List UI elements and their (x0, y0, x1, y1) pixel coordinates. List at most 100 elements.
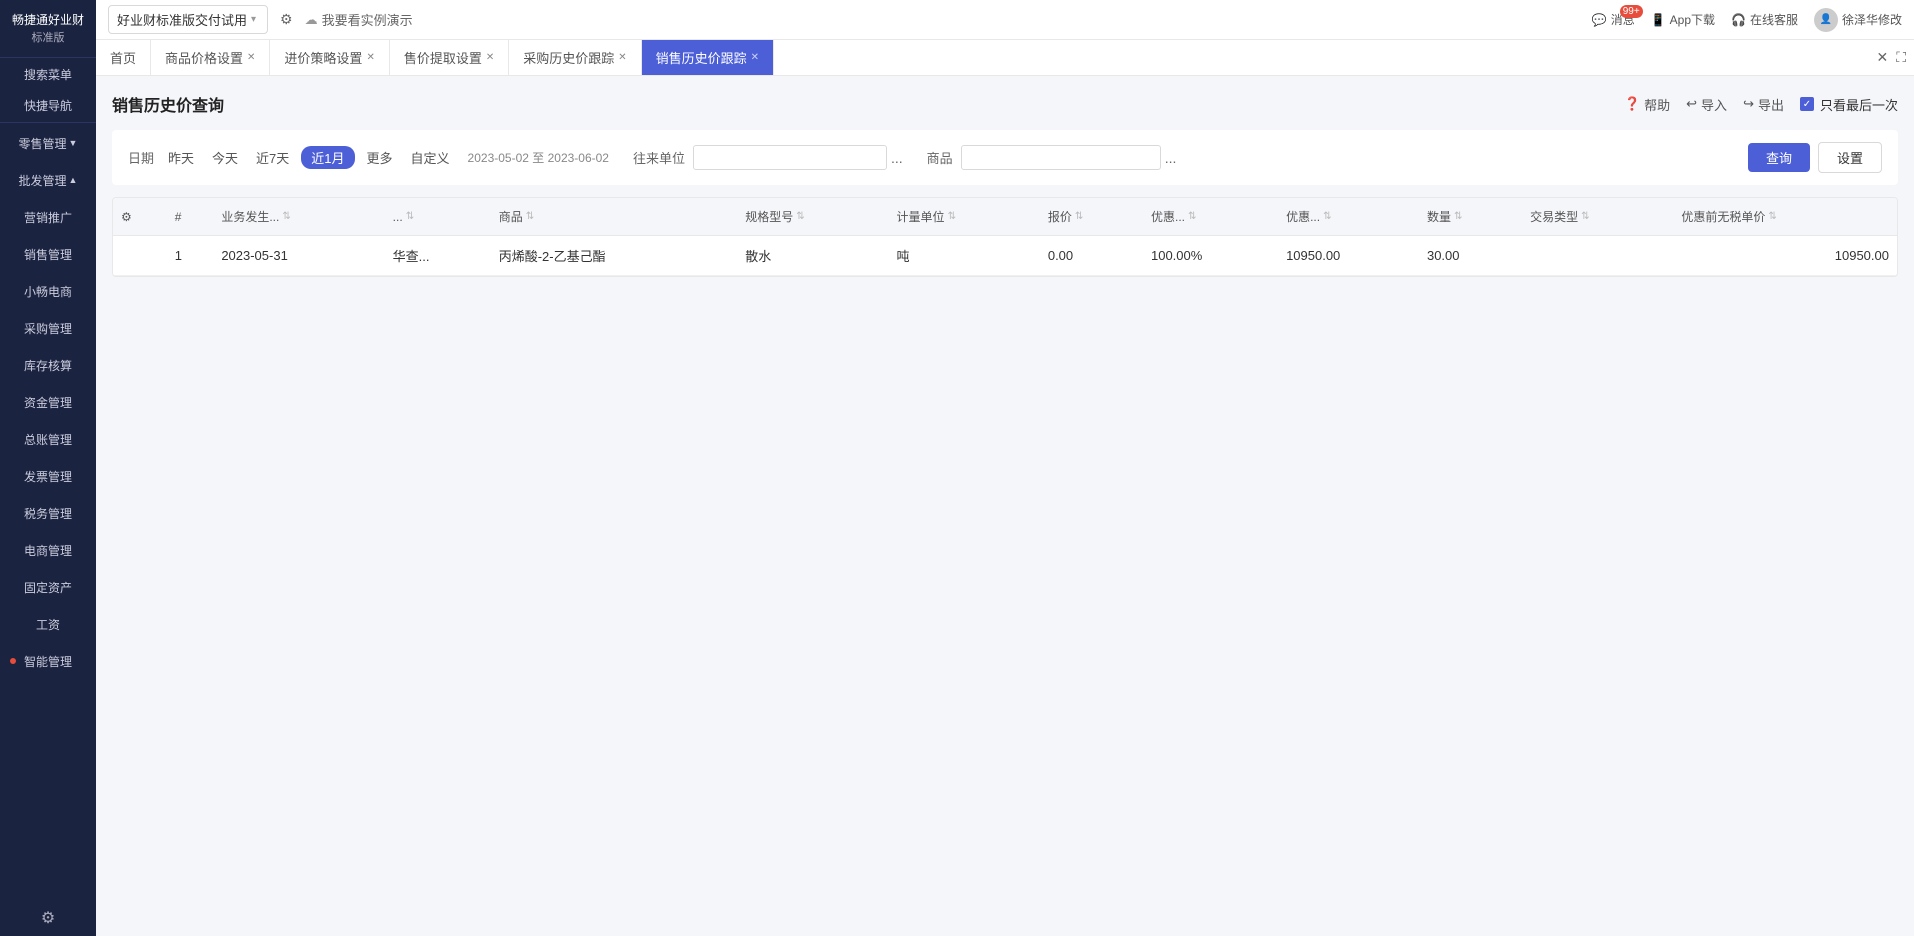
sidebar-item-tax[interactable]: 税务管理 (0, 495, 96, 532)
supplier-filter-group: 往来单位 ... (633, 145, 903, 170)
data-table-container: ⚙ # 业务发生... ⇅ ... ⇅ (112, 197, 1898, 277)
sidebar-item-sales[interactable]: 销售管理 (0, 236, 96, 273)
tab-close-icon[interactable]: ✕ (1876, 49, 1888, 66)
cell-trans-type (1522, 236, 1673, 276)
th-extra[interactable]: ... ⇅ (385, 198, 491, 236)
sidebar-quick-nav[interactable]: 快捷导航 (0, 91, 96, 120)
logo-text: 畅捷通好业财 (8, 12, 88, 29)
filter-row: 日期 昨天 今天 近7天 近1月 更多 自定义 2023-05-02 至 202… (128, 142, 1882, 173)
user-menu[interactable]: 👤 徐泽华修改 (1814, 8, 1902, 32)
only-last-label: 只看最后一次 (1820, 95, 1898, 114)
sidebar-item-retail[interactable]: 零售管理 ▼ (0, 125, 96, 162)
sidebar-item-smart[interactable]: 智能管理 (0, 643, 96, 680)
smart-dot-indicator (10, 658, 16, 664)
th-extra-label: ... (393, 210, 403, 224)
cell-product: 丙烯酸-2-乙基己酯 (491, 236, 738, 276)
table-row: 1 2023-05-31 华查... 丙烯酸-2-乙基己酯 散水 吨 0.00 … (113, 236, 1897, 276)
sidebar-item-finance[interactable]: 资金管理 (0, 384, 96, 421)
sidebar-item-invoice[interactable]: 发票管理 (0, 458, 96, 495)
export-button[interactable]: ↪ 导出 (1743, 95, 1784, 114)
sort-icon: ⇅ (796, 211, 804, 222)
supplier-dots[interactable]: ... (891, 150, 903, 166)
tab-strategy[interactable]: 进价策略设置 ✕ (270, 40, 389, 76)
th-discount-pct[interactable]: 优惠... ⇅ (1143, 198, 1278, 236)
tab-expand-icon[interactable]: ⛶ (1896, 49, 1906, 66)
tab-price[interactable]: 商品价格设置 ✕ (151, 40, 270, 76)
only-last-checkbox[interactable]: ✓ 只看最后一次 (1800, 95, 1898, 114)
sidebar-item-assets[interactable]: 固定资产 (0, 569, 96, 606)
supplier-input-group: ... (693, 145, 903, 170)
th-product[interactable]: 商品 ⇅ (491, 198, 738, 236)
user-name: 徐泽华修改 (1842, 11, 1902, 28)
sidebar-bottom: ⚙ (0, 900, 96, 936)
import-button[interactable]: ↩ 导入 (1686, 95, 1727, 114)
product-dots[interactable]: ... (1165, 150, 1177, 166)
help-button[interactable]: ❓ 帮助 (1624, 95, 1670, 114)
date-opt-more[interactable]: 更多 (361, 146, 399, 169)
message-button[interactable]: 💬 消息 99+ (1592, 11, 1635, 28)
th-trans-type-label: 交易类型 (1530, 208, 1578, 225)
tab-sale-price[interactable]: 售价提取设置 ✕ (390, 40, 509, 76)
date-filter-group: 日期 昨天 今天 近7天 近1月 更多 自定义 2023-05-02 至 202… (128, 146, 609, 169)
tab-sales-history-close[interactable]: ✕ (751, 52, 759, 63)
tab-strategy-close[interactable]: ✕ (366, 52, 374, 63)
date-opt-today[interactable]: 今天 (206, 146, 244, 169)
sidebar-item-purchase[interactable]: 采购管理 (0, 310, 96, 347)
topbar-gear-icon[interactable]: ⚙ (280, 11, 293, 28)
sidebar-item-ecom-small[interactable]: 小畅电商 (0, 273, 96, 310)
chevron-up-icon: ▲ (69, 175, 78, 185)
sidebar: 畅捷通好业财 标准版 搜索菜单 快捷导航 零售管理 ▼ 批发管理 ▲ 营销推广 … (0, 0, 96, 936)
cell-discount-pct: 100.00% (1143, 236, 1278, 276)
app-download-button[interactable]: 📱 App下载 (1651, 11, 1715, 28)
tab-sale-price-close[interactable]: ✕ (486, 52, 494, 63)
sidebar-logo: 畅捷通好业财 标准版 (0, 0, 96, 58)
page-title: 销售历史价查询 (112, 92, 224, 116)
tab-home[interactable]: 首页 (96, 40, 151, 76)
sidebar-item-wholesale[interactable]: 批发管理 ▲ (0, 162, 96, 199)
sidebar-item-label: 库存核算 (24, 359, 72, 373)
th-discount-amt[interactable]: 优惠... ⇅ (1278, 198, 1419, 236)
date-opt-yesterday[interactable]: 昨天 (162, 146, 200, 169)
page-header: 销售历史价查询 ❓ 帮助 ↩ 导入 ↪ 导出 ✓ 只 (112, 92, 1898, 116)
date-opt-last7[interactable]: 近7天 (250, 146, 295, 169)
sidebar-item-inventory[interactable]: 库存核算 (0, 347, 96, 384)
app-label: App下载 (1670, 11, 1715, 28)
th-quantity[interactable]: 数量 ⇅ (1419, 198, 1522, 236)
sidebar-item-label: 批发管理 (19, 172, 67, 189)
settings-icon[interactable]: ⚙ (41, 910, 55, 927)
chevron-down-icon: ▼ (69, 138, 78, 148)
supplier-input[interactable] (693, 145, 887, 170)
workspace-dropdown[interactable]: 好业财标准版交付试用 ▾ (108, 5, 268, 34)
sidebar-item-general[interactable]: 总账管理 (0, 421, 96, 458)
th-gear[interactable]: ⚙ (113, 198, 167, 236)
date-options: 昨天 今天 近7天 近1月 更多 自定义 (162, 146, 456, 169)
date-label: 日期 (128, 148, 154, 167)
date-opt-custom[interactable]: 自定义 (405, 146, 456, 169)
tab-purchase-history[interactable]: 采购历史价跟踪 ✕ (509, 40, 641, 76)
tab-price-close[interactable]: ✕ (247, 52, 255, 63)
tab-purchase-history-close[interactable]: ✕ (618, 52, 626, 63)
tab-strategy-label: 进价策略设置 (284, 48, 362, 67)
demo-link[interactable]: ☁ 我要看实例演示 (305, 10, 413, 29)
sidebar-item-ecom[interactable]: 电商管理 (0, 532, 96, 569)
sidebar-item-salary[interactable]: 工资 (0, 606, 96, 643)
query-button[interactable]: 查询 (1748, 143, 1810, 172)
th-unit[interactable]: 计量单位 ⇅ (889, 198, 1040, 236)
date-opt-last1m[interactable]: 近1月 (301, 146, 354, 169)
setting-button[interactable]: 设置 (1818, 142, 1882, 173)
th-trans-type[interactable]: 交易类型 ⇅ (1522, 198, 1673, 236)
sidebar-search[interactable]: 搜索菜单 (0, 58, 96, 91)
th-spec[interactable]: 规格型号 ⇅ (737, 198, 888, 236)
th-price[interactable]: 报价 ⇅ (1040, 198, 1143, 236)
th-business-date[interactable]: 业务发生... ⇅ (213, 198, 384, 236)
headset-icon: 🎧 (1731, 13, 1746, 27)
tab-sales-history[interactable]: 销售历史价跟踪 ✕ (642, 40, 774, 76)
chevron-down-icon: ▾ (251, 14, 256, 25)
sidebar-item-label: 发票管理 (24, 470, 72, 484)
product-input[interactable] (961, 145, 1161, 170)
online-service-button[interactable]: 🎧 在线客服 (1731, 11, 1798, 28)
sidebar-item-marketing[interactable]: 营销推广 (0, 199, 96, 236)
cell-business-date: 2023-05-31 (213, 236, 384, 276)
th-discount-pct-label: 优惠... (1151, 208, 1185, 225)
th-no-tax-price[interactable]: 优惠前无税单价 ⇅ (1673, 198, 1897, 236)
